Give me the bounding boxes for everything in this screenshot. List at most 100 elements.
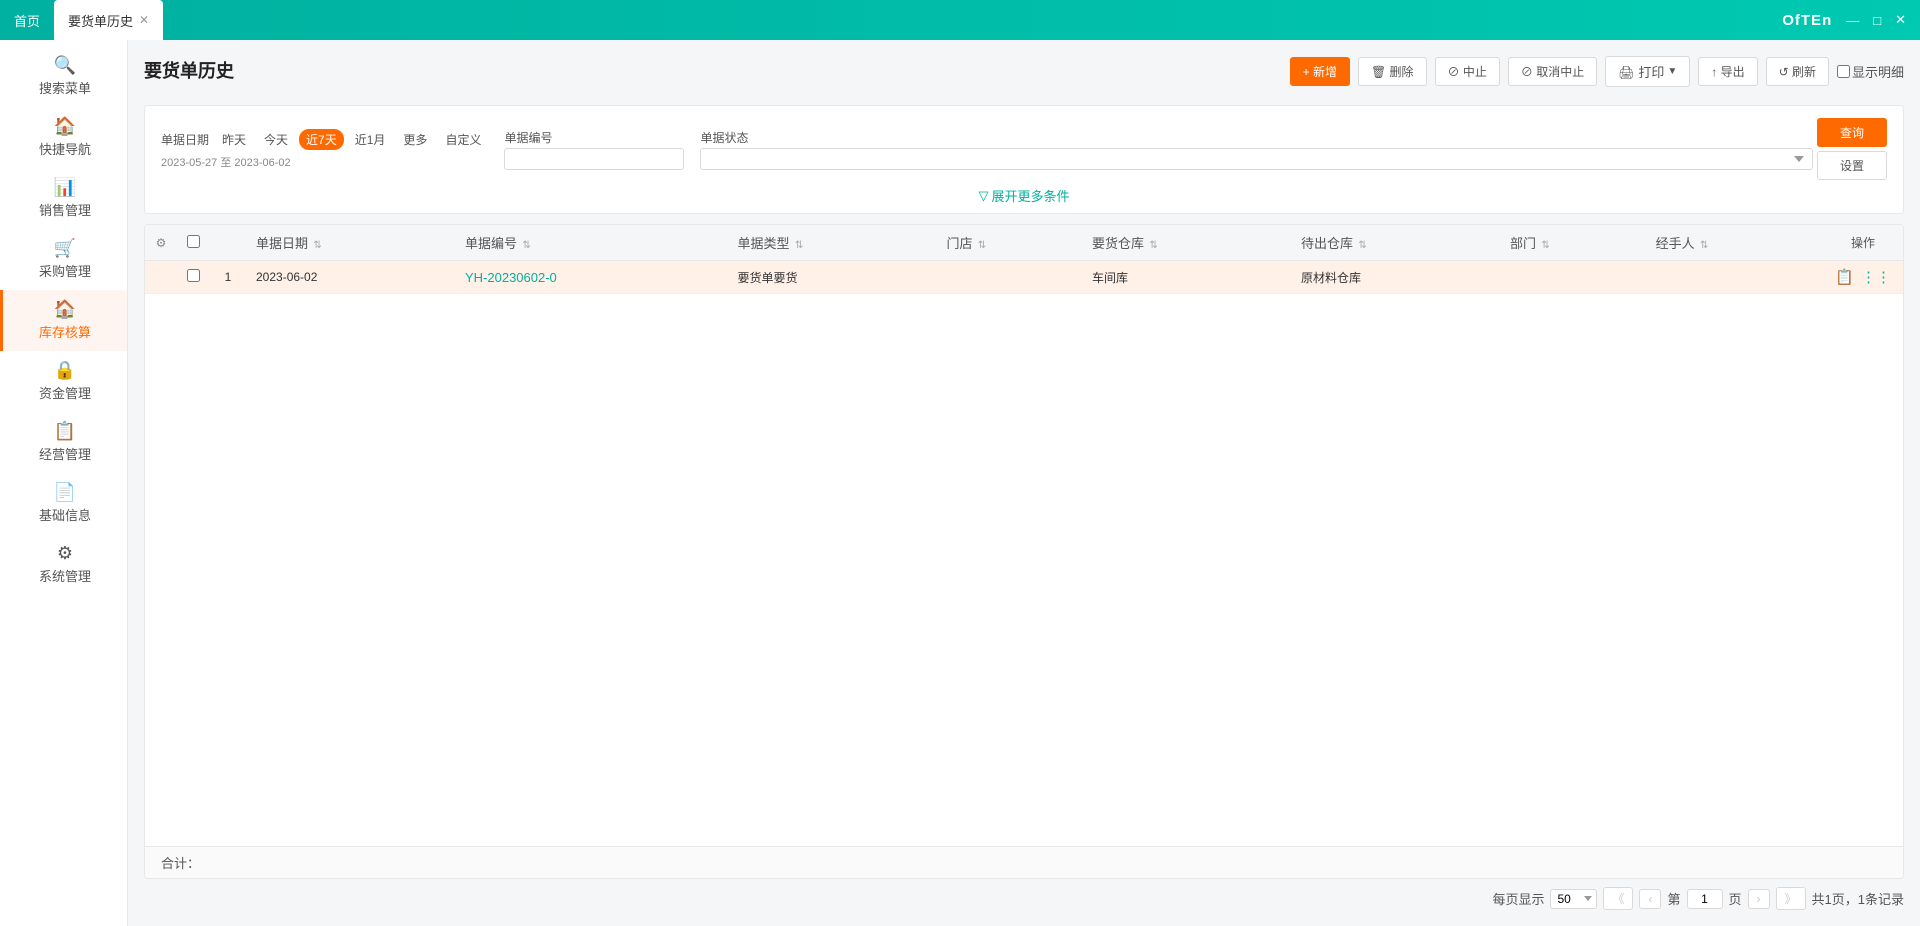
sidebar: 🔍 搜索菜单 🏠 快捷导航 📊 销售管理 🛒 采购管理 🏠 库存核算 🔒 资金管… (0, 40, 128, 926)
print-label: 🖨 打印 (1618, 62, 1664, 81)
row-checkbox-cell (177, 261, 210, 294)
row-more-btn[interactable]: ⋮⋮ (1859, 268, 1893, 286)
gear-icon: ⚙ (57, 544, 73, 562)
row-no: YH-20230602-0 (455, 261, 727, 294)
sort-date-icon[interactable]: ⇅ (313, 240, 321, 251)
display-detail-toggle[interactable]: 显示明细 (1837, 62, 1904, 81)
sidebar-item-purchase[interactable]: 🛒 采购管理 (0, 229, 127, 290)
filter-row: 单据日期 昨天 今天 近7天 近1月 更多 自定义 2023-05-27 至 2… (161, 118, 1887, 180)
stop-button[interactable]: ⊘ 中止 (1435, 57, 1500, 86)
date-filter-label: 单据日期 (161, 131, 209, 148)
order-status-filter: 单据状态 (700, 129, 1801, 170)
add-button[interactable]: + 新增 (1290, 57, 1350, 86)
sort-handler-icon[interactable]: ⇅ (1700, 240, 1708, 251)
sidebar-item-basic[interactable]: 📄 基础信息 (0, 473, 127, 534)
total-info: 共1页，1条记录 (1812, 889, 1904, 908)
close-window-btn[interactable]: ✕ (1895, 12, 1906, 28)
order-status-label: 单据状态 (700, 129, 1801, 146)
top-bar: 首页 要货单历史 ✕ OfTEn — □ ✕ (0, 0, 1920, 40)
last-page-btn[interactable]: 》 (1776, 887, 1806, 910)
date-btn-7days[interactable]: 近7天 (299, 129, 344, 150)
date-btn-1month[interactable]: 近1月 (348, 129, 393, 150)
first-page-btn[interactable]: 《 (1603, 887, 1633, 910)
page-suffix: 页 (1729, 889, 1742, 908)
content-area: 要货单历史 + 新增 🗑 删除 ⊘ 中止 ⊘ 取消中止 🖨 打印 ▼ ↑ 导出 … (128, 40, 1920, 926)
sidebar-label-finance: 资金管理 (39, 383, 91, 402)
cancel-stop-button[interactable]: ⊘ 取消中止 (1508, 57, 1597, 86)
col-checkbox (177, 225, 210, 261)
chevron-down-icon-expand: ▽ (978, 188, 988, 204)
col-settings[interactable]: ⚙ (145, 225, 177, 261)
close-tab-icon[interactable]: ✕ (139, 13, 149, 27)
row-num: 1 (210, 261, 246, 294)
sort-dept-icon[interactable]: ⇅ (1541, 240, 1549, 251)
filter-card: 单据日期 昨天 今天 近7天 近1月 更多 自定义 2023-05-27 至 2… (144, 105, 1904, 214)
sidebar-item-sales[interactable]: 📊 销售管理 (0, 168, 127, 229)
sidebar-item-operations[interactable]: 📋 经营管理 (0, 412, 127, 473)
row-pending-wh: 原材料仓库 (1291, 261, 1500, 294)
query-button[interactable]: 查询 (1817, 118, 1887, 147)
select-all-checkbox[interactable] (187, 235, 200, 248)
next-page-btn[interactable]: › (1748, 889, 1770, 909)
col-num (210, 225, 246, 261)
col-date: 单据日期 ⇅ (246, 225, 455, 261)
print-button[interactable]: 🖨 打印 ▼ (1605, 56, 1690, 87)
sidebar-label-quicknav: 快捷导航 (39, 139, 91, 158)
order-status-select[interactable] (700, 148, 1813, 170)
page-input[interactable] (1687, 889, 1723, 909)
export-button[interactable]: ↑ 导出 (1698, 57, 1757, 86)
inventory-icon: 🏠 (54, 300, 76, 318)
cart-icon: 🛒 (54, 239, 76, 257)
settings-filter-button[interactable]: 设置 (1817, 151, 1887, 180)
sidebar-item-search[interactable]: 🔍 搜索菜单 (0, 46, 127, 107)
sort-pending-wh-icon[interactable]: ⇅ (1358, 240, 1366, 251)
col-store: 门店 ⇅ (936, 225, 1082, 261)
order-no-input[interactable] (504, 148, 684, 170)
expand-more-btn[interactable]: ▽ 展开更多条件 (161, 186, 1887, 205)
table-body: 1 2023-06-02 YH-20230602-0 要货单要货 车间库 原材料… (145, 261, 1903, 294)
prev-page-btn[interactable]: ‹ (1639, 889, 1661, 909)
date-btn-more[interactable]: 更多 (396, 129, 434, 150)
brand-label: OfTEn (1782, 12, 1832, 29)
row-request-wh: 车间库 (1082, 261, 1291, 294)
row-edit-btn[interactable]: 📋 (1833, 268, 1856, 286)
date-btn-today[interactable]: 今天 (257, 129, 295, 150)
sidebar-item-quicknav[interactable]: 🏠 快捷导航 (0, 107, 127, 168)
refresh-button[interactable]: ↺ 刷新 (1766, 57, 1829, 86)
sidebar-label-sales: 销售管理 (39, 200, 91, 219)
display-detail-checkbox[interactable] (1837, 65, 1850, 78)
date-btn-custom[interactable]: 自定义 (438, 129, 488, 150)
order-no-filter: 单据编号 (504, 129, 684, 170)
sidebar-item-system[interactable]: ⚙ 系统管理 (0, 534, 127, 595)
row-no-link[interactable]: YH-20230602-0 (465, 270, 557, 285)
main-layout: 🔍 搜索菜单 🏠 快捷导航 📊 销售管理 🛒 采购管理 🏠 库存核算 🔒 资金管… (0, 40, 1920, 926)
delete-button[interactable]: 🗑 删除 (1358, 57, 1427, 86)
tab-home-label: 首页 (14, 11, 40, 30)
tab-home[interactable]: 首页 (0, 0, 54, 40)
data-table: ⚙ 单据日期 ⇅ 单据编号 ⇅ (145, 225, 1903, 294)
sort-no-icon[interactable]: ⇅ (522, 240, 530, 251)
top-right: OfTEn — □ ✕ (1782, 0, 1906, 40)
search-icon: 🔍 (54, 56, 76, 74)
sidebar-label-inventory: 库存核算 (39, 322, 91, 341)
sidebar-item-finance[interactable]: 🔒 资金管理 (0, 351, 127, 412)
tab-history[interactable]: 要货单历史 ✕ (54, 0, 163, 40)
sort-type-icon[interactable]: ⇅ (795, 240, 803, 251)
sidebar-item-inventory[interactable]: 🏠 库存核算 (0, 290, 127, 351)
chevron-down-icon: ▼ (1667, 66, 1677, 77)
sort-store-icon[interactable]: ⇅ (978, 240, 986, 251)
minimize-btn[interactable]: — (1846, 13, 1859, 28)
per-page-select[interactable]: 50 10 20 100 (1550, 889, 1597, 909)
col-type: 单据类型 ⇅ (727, 225, 936, 261)
maximize-btn[interactable]: □ (1873, 13, 1881, 28)
sort-request-wh-icon[interactable]: ⇅ (1149, 240, 1157, 251)
row-store (936, 261, 1082, 294)
col-ops: 操作 (1823, 225, 1903, 261)
date-btn-yesterday[interactable]: 昨天 (215, 129, 253, 150)
sidebar-label-purchase: 采购管理 (39, 261, 91, 280)
date-range-display: 2023-05-27 至 2023-06-02 (161, 154, 488, 170)
sidebar-label-operations: 经营管理 (39, 444, 91, 463)
table-footer: 合计： (145, 846, 1903, 878)
sidebar-label-search: 搜索菜单 (39, 78, 91, 97)
row-checkbox[interactable] (187, 269, 200, 282)
